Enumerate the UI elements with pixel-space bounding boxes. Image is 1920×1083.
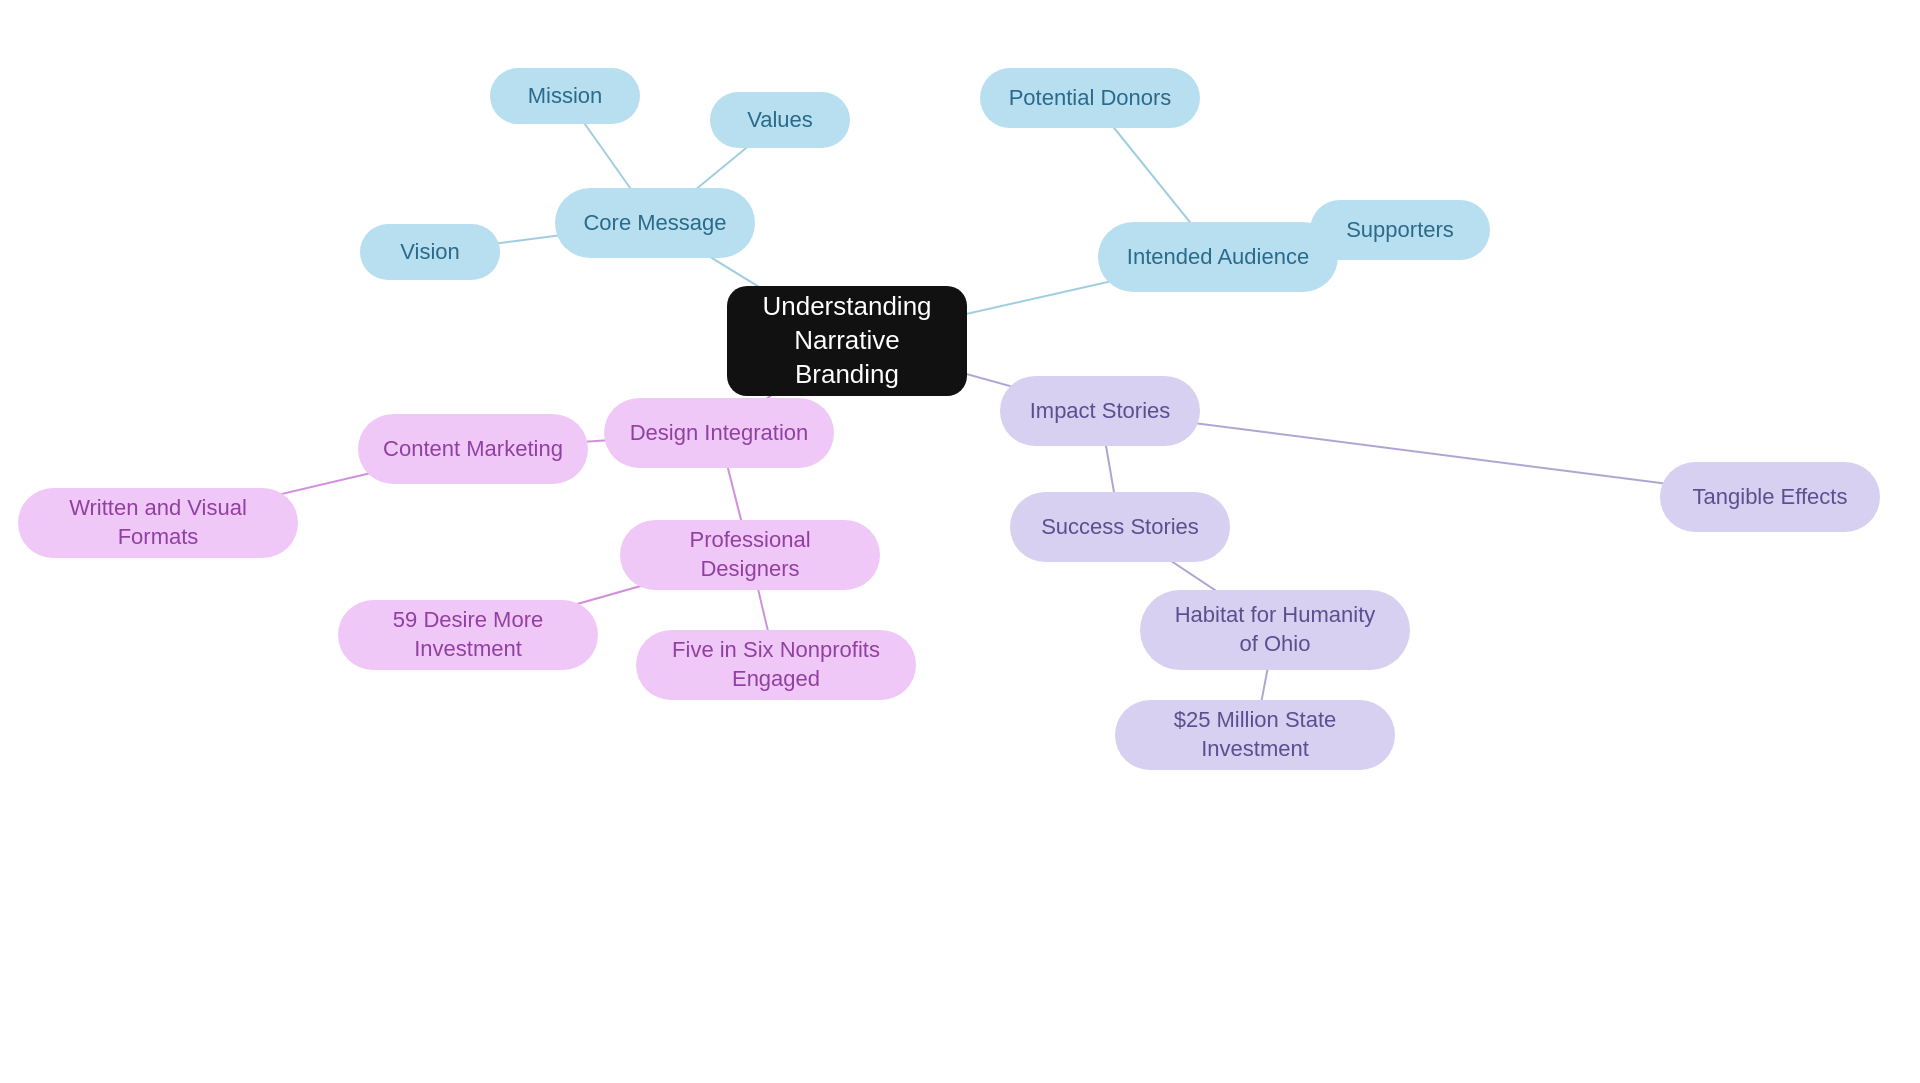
node-values[interactable]: Values — [710, 92, 850, 148]
node-success-stories[interactable]: Success Stories — [1010, 492, 1230, 562]
node-59-desire[interactable]: 59 Desire More Investment — [338, 600, 598, 670]
node-impact-stories[interactable]: Impact Stories — [1000, 376, 1200, 446]
node-supporters[interactable]: Supporters — [1310, 200, 1490, 260]
center-node[interactable]: Understanding Narrative Branding — [727, 286, 967, 396]
node-tangible-effects[interactable]: Tangible Effects — [1660, 462, 1880, 532]
node-vision[interactable]: Vision — [360, 224, 500, 280]
node-potential-donors[interactable]: Potential Donors — [980, 68, 1200, 128]
node-core-message[interactable]: Core Message — [555, 188, 755, 258]
center-label: Understanding Narrative Branding — [762, 290, 931, 391]
node-intended-audience[interactable]: Intended Audience — [1098, 222, 1338, 292]
node-content-marketing[interactable]: Content Marketing — [358, 414, 588, 484]
node-25million[interactable]: $25 Million State Investment — [1115, 700, 1395, 770]
node-written-visual[interactable]: Written and Visual Formats — [18, 488, 298, 558]
node-habitat[interactable]: Habitat for Humanity of Ohio — [1140, 590, 1410, 670]
node-professional-designers[interactable]: Professional Designers — [620, 520, 880, 590]
node-five-in-six[interactable]: Five in Six Nonprofits Engaged — [636, 630, 916, 700]
node-mission[interactable]: Mission — [490, 68, 640, 124]
node-design-integration[interactable]: Design Integration — [604, 398, 834, 468]
